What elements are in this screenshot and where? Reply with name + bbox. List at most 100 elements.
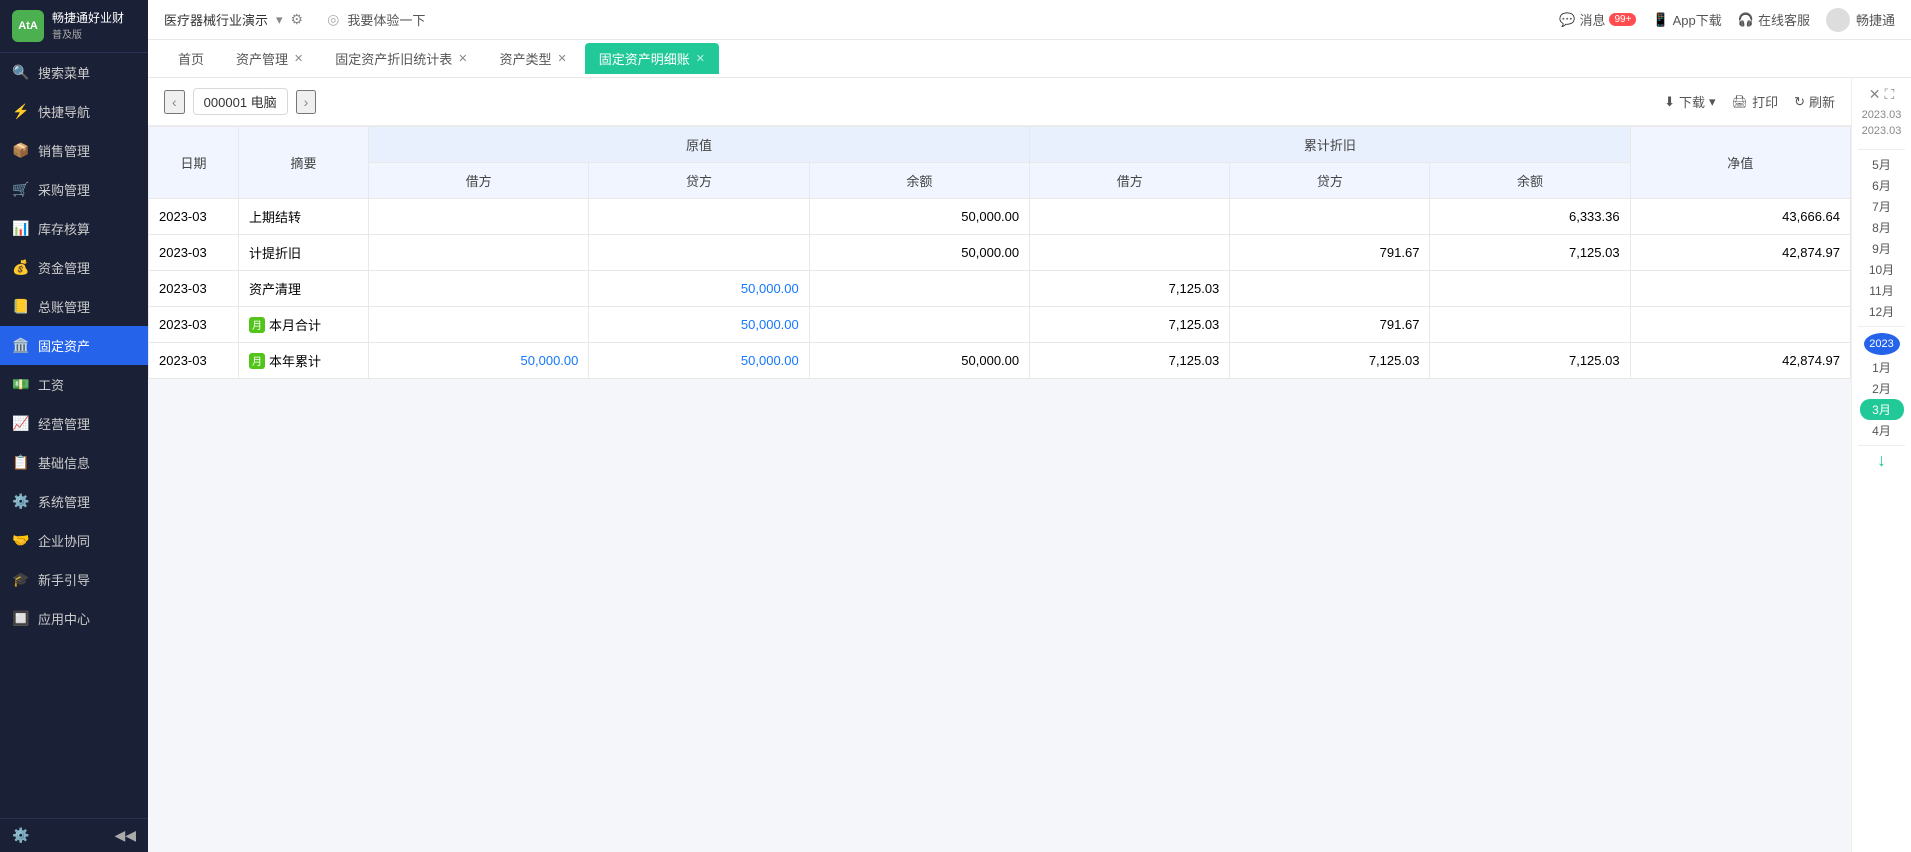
message-icon: 💬	[1559, 12, 1575, 28]
refresh-btn[interactable]: ↻ 刷新	[1794, 92, 1835, 111]
prev-asset-btn[interactable]: ‹	[164, 90, 185, 114]
asset-code-box: 000001 电脑	[193, 88, 288, 115]
asset-detail-table: 日期 摘要 原值 累计折旧 净值 借方 贷方 余额 借方 贷方 余额	[148, 126, 1851, 379]
cell-orig-balance	[809, 307, 1029, 343]
tab-asset-detail-close[interactable]: ✕	[696, 52, 705, 65]
sidebar-item-inventory[interactable]: 📊 库存核算	[0, 209, 148, 248]
tab-depreciation-stats[interactable]: 固定资产折旧统计表 ✕	[321, 43, 481, 74]
collapse-icon[interactable]: ◀◀	[114, 827, 136, 844]
cell-orig-credit: 50,000.00	[589, 343, 809, 379]
timeline-date1: 2023.03	[1862, 107, 1902, 123]
sidebar-item-capital[interactable]: 💰 资金管理	[0, 248, 148, 287]
sidebar-item-quick-nav[interactable]: ⚡ 快捷导航	[0, 92, 148, 131]
timeline-month-4[interactable]: 4月	[1860, 420, 1904, 441]
user-area[interactable]: 畅捷通	[1826, 8, 1895, 32]
inventory-icon: 📊	[12, 220, 30, 237]
sidebar-item-payroll[interactable]: 💵 工资	[0, 365, 148, 404]
sidebar-item-apps[interactable]: 🔲 应用中心	[0, 599, 148, 638]
download-dropdown-icon[interactable]: ▾	[1709, 94, 1716, 110]
cell-orig-balance: 50,000.00	[809, 235, 1029, 271]
cell-date: 2023-03	[149, 235, 239, 271]
timeline-month-12[interactable]: 12月	[1860, 301, 1904, 322]
timeline-month-11[interactable]: 11月	[1860, 280, 1904, 301]
timeline-month-6[interactable]: 6月	[1860, 175, 1904, 196]
cell-summary: 计提折旧	[239, 235, 369, 271]
content-area: ‹ 000001 电脑 › ⬇ 下载 ▾ 🖨 打印 ↻	[148, 78, 1911, 852]
quick-nav-icon: ⚡	[12, 103, 30, 120]
tab-asset-mgmt[interactable]: 资产管理 ✕	[222, 43, 317, 74]
cell-acc-debit: 7,125.03	[1030, 271, 1230, 307]
timeline-month-7[interactable]: 7月	[1860, 196, 1904, 217]
cell-acc-credit	[1230, 271, 1430, 307]
content-main: ‹ 000001 电脑 › ⬇ 下载 ▾ 🖨 打印 ↻	[148, 78, 1851, 852]
app-download-icon: 📱	[1652, 12, 1668, 28]
timeline-month-8[interactable]: 8月	[1860, 217, 1904, 238]
topbar-dropdown-icon[interactable]: ▾	[276, 12, 283, 28]
timeline-month-10[interactable]: 10月	[1860, 259, 1904, 280]
cell-orig-credit	[589, 199, 809, 235]
sidebar-item-corp[interactable]: 🤝 企业协同	[0, 521, 148, 560]
experience-label[interactable]: 我要体验一下	[347, 10, 425, 29]
corp-icon: 🤝	[12, 532, 30, 549]
tabbar: 首页 资产管理 ✕ 固定资产折旧统计表 ✕ 资产类型 ✕ 固定资产明细账 ✕	[148, 40, 1911, 78]
sys-icon: ⚙️	[12, 493, 30, 510]
cell-summary: 月本年累计	[239, 343, 369, 379]
timeline-month-5[interactable]: 5月	[1860, 154, 1904, 175]
tab-asset-mgmt-close[interactable]: ✕	[294, 52, 303, 65]
sidebar-item-ledger[interactable]: 📒 总账管理	[0, 287, 148, 326]
download-btn[interactable]: ⬇ 下载 ▾	[1664, 92, 1715, 111]
settings-btn[interactable]: ⚙	[291, 11, 304, 28]
sidebar-item-sales[interactable]: 📦 销售管理	[0, 131, 148, 170]
app-logo-icon: AtA	[12, 10, 44, 42]
base-icon: 📋	[12, 454, 30, 471]
timeline-month-3[interactable]: 3月	[1860, 399, 1904, 420]
timeline-down-arrow[interactable]: ↓	[1877, 450, 1886, 471]
sidebar-item-purchase[interactable]: 🛒 采购管理	[0, 170, 148, 209]
cell-date: 2023-03	[149, 343, 239, 379]
th-orig-debit: 借方	[369, 163, 589, 199]
headset-icon: 🎧	[1738, 12, 1754, 28]
timeline-month-9[interactable]: 9月	[1860, 238, 1904, 259]
timeline-header: ✕ ⛶	[1852, 86, 1911, 103]
table-row: 2023-03 计提折旧 50,000.00 791.67 7,125.03 4…	[149, 235, 1851, 271]
cell-acc-debit	[1030, 235, 1230, 271]
tab-asset-type[interactable]: 资产类型 ✕	[485, 43, 580, 74]
cell-net-value: 42,874.97	[1630, 235, 1850, 271]
print-btn[interactable]: 🖨 打印	[1732, 92, 1779, 111]
sidebar-item-guide[interactable]: 🎓 新手引导	[0, 560, 148, 599]
cell-net-value	[1630, 307, 1850, 343]
th-summary: 摘要	[239, 127, 369, 199]
badge-year: 月	[249, 353, 265, 369]
expand-panel-btn[interactable]: ⛶	[1884, 86, 1894, 103]
next-asset-btn[interactable]: ›	[296, 90, 317, 114]
sidebar-item-sys[interactable]: ⚙️ 系统管理	[0, 482, 148, 521]
close-panel-btn[interactable]: ✕	[1869, 86, 1881, 103]
table-wrap: 日期 摘要 原值 累计折旧 净值 借方 贷方 余额 借方 贷方 余额	[148, 126, 1851, 852]
cell-summary: 上期结转	[239, 199, 369, 235]
sidebar-bottom-icons: ◀◀	[114, 827, 136, 844]
tab-depreciation-stats-close[interactable]: ✕	[458, 52, 467, 65]
tab-asset-detail[interactable]: 固定资产明细账 ✕	[585, 43, 719, 74]
asset-toolbar: ‹ 000001 电脑 › ⬇ 下载 ▾ 🖨 打印 ↻	[148, 78, 1851, 126]
tab-home[interactable]: 首页	[164, 43, 218, 74]
sidebar-item-fixed[interactable]: 🏛️ 固定资产	[0, 326, 148, 365]
timeline-year-2023[interactable]: 2023	[1864, 333, 1900, 355]
cell-acc-balance: 6,333.36	[1430, 199, 1630, 235]
cell-orig-debit	[369, 199, 589, 235]
message-btn[interactable]: 💬 消息 99+	[1559, 10, 1636, 29]
app-download-btn[interactable]: 📱 App下载	[1652, 10, 1721, 29]
settings-icon[interactable]: ⚙️	[12, 827, 29, 844]
apps-icon: 🔲	[12, 610, 30, 627]
timeline-month-2[interactable]: 2月	[1860, 378, 1904, 399]
sidebar-item-ops[interactable]: 📈 经营管理	[0, 404, 148, 443]
cell-net-value	[1630, 271, 1850, 307]
online-service-btn[interactable]: 🎧 在线客服	[1738, 10, 1810, 29]
cell-summary: 月本月合计	[239, 307, 369, 343]
timeline-month-1[interactable]: 1月	[1860, 357, 1904, 378]
sidebar-search[interactable]: 🔍 搜索菜单	[0, 53, 148, 92]
th-net-value: 净值	[1630, 127, 1850, 199]
tab-asset-type-close[interactable]: ✕	[558, 52, 567, 65]
sidebar-item-base[interactable]: 📋 基础信息	[0, 443, 148, 482]
th-accumulated-depreciation: 累计折旧	[1030, 127, 1630, 163]
th-orig-credit: 贷方	[589, 163, 809, 199]
